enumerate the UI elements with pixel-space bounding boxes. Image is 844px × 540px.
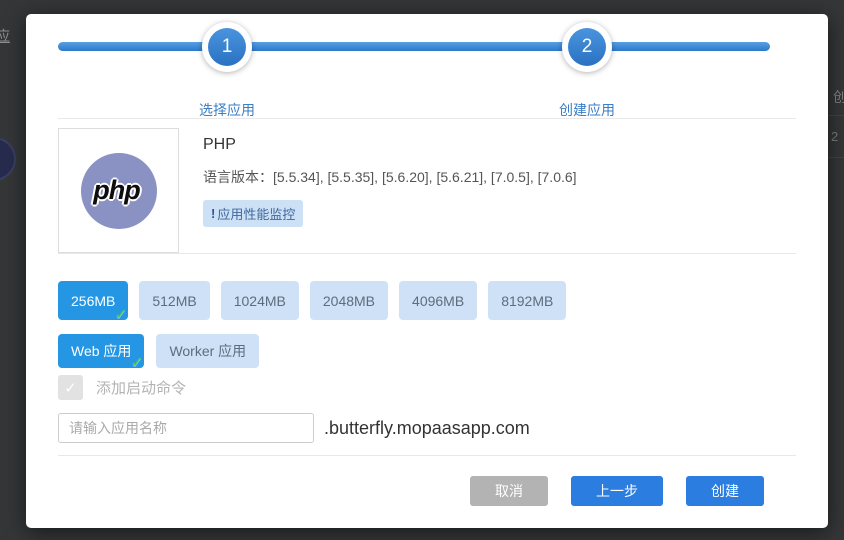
app-type-label: Web 应用 bbox=[71, 343, 132, 359]
create-button[interactable]: 创建 bbox=[686, 476, 764, 506]
background-page-text-fragment: 创 bbox=[833, 89, 844, 105]
startup-command-checkbox[interactable]: ✓ bbox=[58, 375, 83, 400]
versions-label: 语言版本： bbox=[203, 169, 273, 185]
selected-check-icon: ✓ bbox=[130, 354, 144, 371]
app-type-options: Web 应用 ✓ Worker 应用 bbox=[58, 334, 796, 371]
performance-monitor-icon: ! bbox=[211, 206, 216, 221]
performance-monitor-badge: ! 应用性能监控 bbox=[203, 200, 304, 227]
memory-option-4096mb[interactable]: 4096MB bbox=[399, 281, 478, 320]
app-type-option-web[interactable]: Web 应用 ✓ bbox=[58, 334, 145, 371]
app-info: PHP 语言版本：[5.5.34], [5.5.35], [5.6.20], [… bbox=[203, 128, 577, 253]
startup-command-row: ✓ 添加启动命令 bbox=[58, 375, 796, 400]
app-title: PHP bbox=[203, 136, 236, 153]
cancel-button[interactable]: 取消 bbox=[470, 476, 548, 506]
step-1-circle: 1 bbox=[208, 28, 246, 66]
memory-option-256mb[interactable]: 256MB ✓ bbox=[58, 281, 129, 323]
background-page-text-fragment: 2 bbox=[831, 129, 839, 144]
selected-check-icon: ✓ bbox=[114, 306, 128, 323]
memory-option-1024mb[interactable]: 1024MB bbox=[220, 281, 299, 320]
previous-step-button[interactable]: 上一步 bbox=[571, 476, 663, 506]
step-2-label: 创建应用 bbox=[559, 102, 615, 118]
background-page-text-fragment: 应 bbox=[0, 28, 10, 44]
background-divider-fragment bbox=[828, 115, 844, 116]
app-versions: 语言版本：[5.5.34], [5.5.35], [5.6.20], [5.6.… bbox=[203, 167, 577, 187]
divider bbox=[58, 253, 796, 254]
versions-list: [5.5.34], [5.5.35], [5.6.20], [5.6.21], … bbox=[273, 169, 577, 185]
app-name-input[interactable] bbox=[58, 413, 314, 443]
step-2-circle: 2 bbox=[568, 28, 606, 66]
modal-footer: 取消 上一步 创建 bbox=[58, 476, 764, 506]
stepper: 1 选择应用 2 创建应用 bbox=[26, 14, 828, 118]
memory-option-2048mb[interactable]: 2048MB bbox=[309, 281, 389, 320]
php-logo-text: php bbox=[93, 175, 140, 205]
selected-app-card: php PHP 语言版本：[5.5.34], [5.5.35], [5.6.20… bbox=[58, 128, 796, 253]
divider bbox=[58, 118, 796, 119]
php-logo-icon: php bbox=[80, 152, 157, 229]
startup-command-label: 添加启动命令 bbox=[96, 380, 187, 397]
stepper-progress-bar bbox=[58, 42, 770, 51]
memory-option-label: 256MB bbox=[71, 292, 116, 309]
create-app-modal: 1 选择应用 2 创建应用 php PHP 语言版本：[5.5.34], [5.… bbox=[26, 14, 828, 528]
badge-label: 应用性能监控 bbox=[217, 207, 296, 222]
background-logo-circle bbox=[0, 139, 14, 179]
step-2-ring: 2 bbox=[562, 22, 612, 72]
app-logo-box: php bbox=[58, 128, 179, 253]
app-type-option-worker[interactable]: Worker 应用 bbox=[156, 334, 260, 368]
step-1-ring: 1 bbox=[202, 22, 252, 72]
memory-option-512mb[interactable]: 512MB bbox=[139, 281, 210, 320]
app-name-row: .butterfly.mopaasapp.com bbox=[58, 413, 796, 443]
domain-suffix: .butterfly.mopaasapp.com bbox=[324, 417, 530, 438]
step-1-label: 选择应用 bbox=[199, 102, 255, 118]
memory-options: 256MB ✓ 512MB 1024MB 2048MB 4096MB 8192M… bbox=[58, 281, 796, 323]
background-divider-fragment bbox=[828, 157, 844, 158]
divider bbox=[58, 455, 796, 456]
memory-option-8192mb[interactable]: 8192MB bbox=[488, 281, 567, 320]
